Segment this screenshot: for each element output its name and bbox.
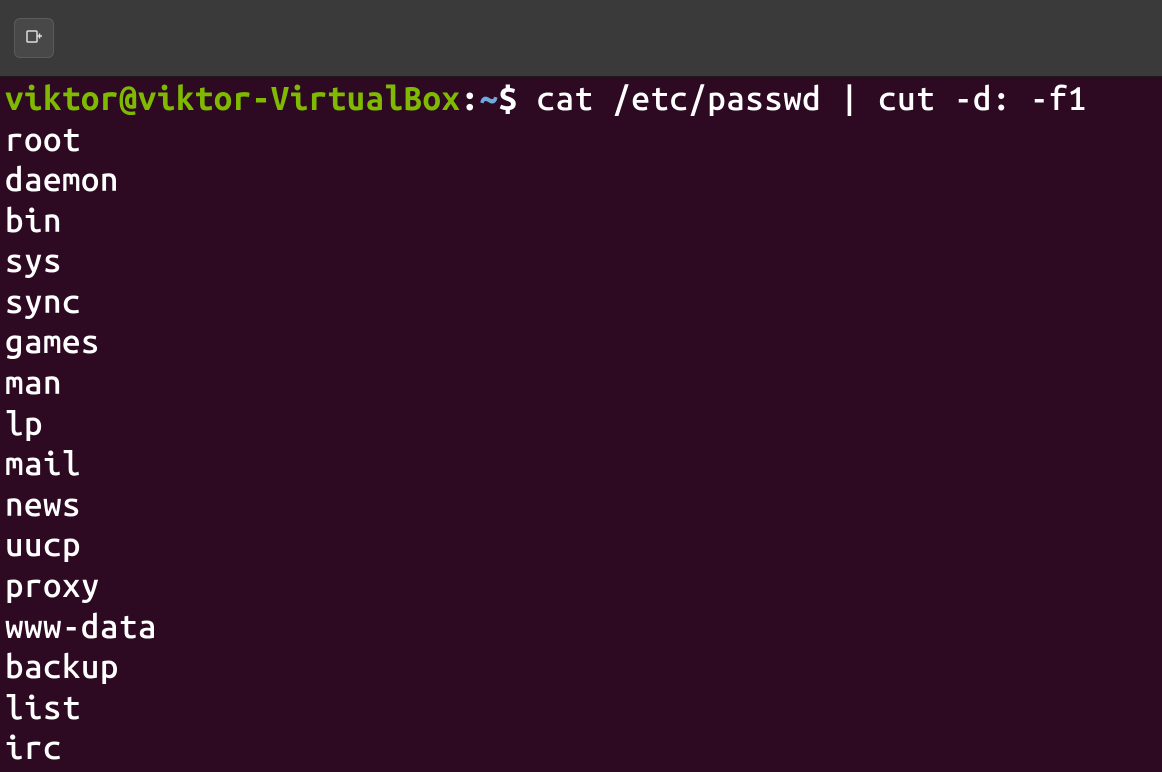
output-line: www-data — [5, 607, 1157, 648]
prompt-separator: : — [461, 80, 480, 117]
output-line: irc — [5, 728, 1157, 769]
output-line: sys — [5, 241, 1157, 282]
prompt-path: ~ — [480, 80, 499, 117]
output-line: lp — [5, 404, 1157, 445]
output-line: root — [5, 120, 1157, 161]
output-line: sync — [5, 282, 1157, 323]
output-line: backup — [5, 647, 1157, 688]
output-line: list — [5, 688, 1157, 729]
prompt-user-host: viktor@viktor-VirtualBox — [5, 80, 461, 117]
new-tab-button[interactable] — [14, 18, 54, 58]
terminal-area[interactable]: viktor@viktor-VirtualBox:~$ cat /etc/pas… — [0, 77, 1162, 771]
command-input: cat /etc/passwd | cut -d: -f1 — [536, 80, 1086, 117]
output-line: daemon — [5, 160, 1157, 201]
prompt-symbol: $ — [499, 80, 518, 117]
output-line: games — [5, 322, 1157, 363]
output-line: mail — [5, 444, 1157, 485]
output-line: bin — [5, 201, 1157, 242]
output-line: proxy — [5, 566, 1157, 607]
output-line: news — [5, 485, 1157, 526]
output-line: man — [5, 363, 1157, 404]
new-tab-icon — [24, 26, 44, 50]
prompt-line: viktor@viktor-VirtualBox:~$ cat /etc/pas… — [5, 79, 1157, 120]
output-line: uucp — [5, 525, 1157, 566]
command-text — [517, 80, 536, 117]
output-container: rootdaemonbinsyssyncgamesmanlpmailnewsuu… — [5, 120, 1157, 769]
window-titlebar — [0, 0, 1162, 77]
